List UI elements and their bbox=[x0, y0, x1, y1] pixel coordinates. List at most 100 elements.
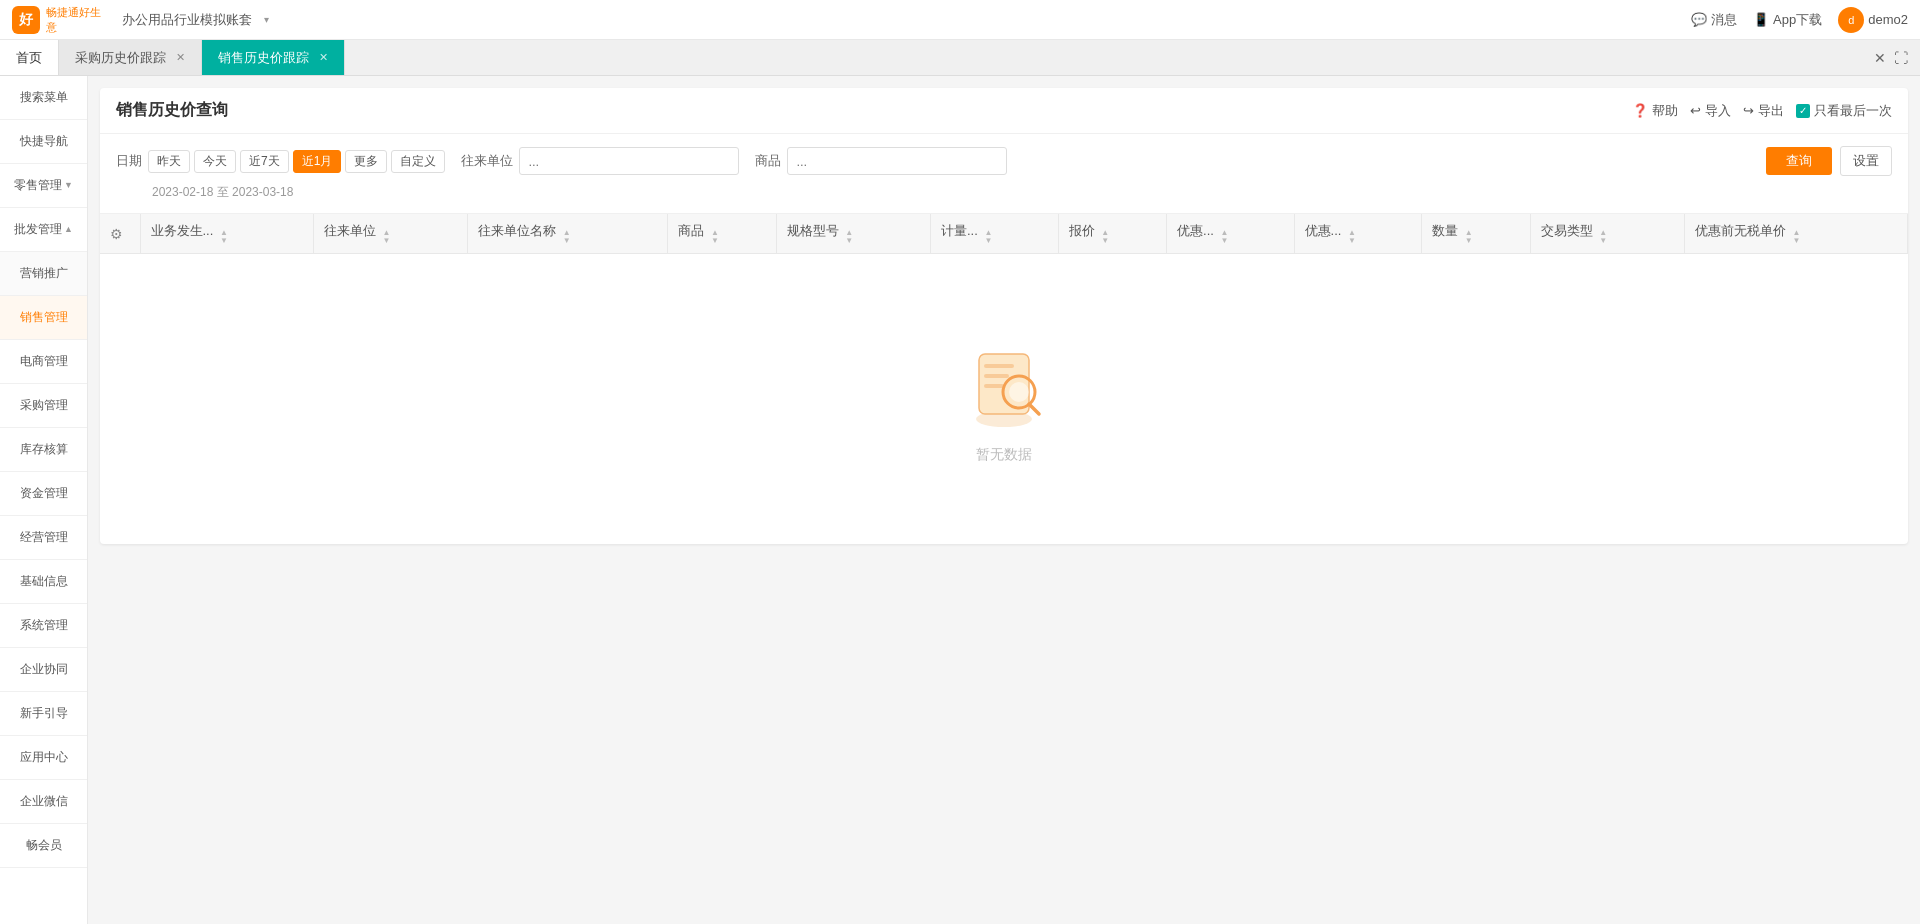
tab-home[interactable]: 首页 bbox=[0, 40, 59, 75]
col-pre-tax-price[interactable]: 优惠前无税单价 ▲▼ bbox=[1684, 214, 1907, 254]
date-btn-today[interactable]: 今天 bbox=[194, 150, 236, 173]
main-layout: 搜索菜单 快捷导航 零售管理 ▼ 批发管理 ▲ 营销推广 销售管理 电商管理 采… bbox=[0, 76, 1920, 924]
col-counterpart-name[interactable]: 往来单位名称 ▲▼ bbox=[468, 214, 668, 254]
counterpart-filter-input[interactable] bbox=[519, 147, 739, 175]
col-counterpart-code-sort-icon: ▲▼ bbox=[383, 229, 391, 245]
date-btn-custom[interactable]: 自定义 bbox=[391, 150, 445, 173]
col-counterpart-code-label: 往来单位 bbox=[324, 223, 376, 238]
app-download-label: App下载 bbox=[1773, 11, 1822, 29]
filter-row-1: 日期 昨天 今天 近7天 近1月 更多 自定义 bbox=[116, 146, 1892, 176]
col-discount1-label: 优惠... bbox=[1177, 223, 1214, 238]
sidebar-item-inventory-check-label: 库存核算 bbox=[20, 441, 68, 458]
date-range-text: 2023-02-18 至 2023-03-18 bbox=[152, 185, 293, 199]
message-label: 消息 bbox=[1711, 11, 1737, 29]
sidebar-item-wholesale-mgmt[interactable]: 批发管理 ▲ bbox=[0, 208, 87, 252]
avatar: d bbox=[1838, 7, 1864, 33]
app-download-action[interactable]: 📱 App下载 bbox=[1753, 11, 1822, 29]
date-btn-last7days[interactable]: 近7天 bbox=[240, 150, 289, 173]
user-label: demo2 bbox=[1868, 12, 1908, 27]
header-left: 好 畅捷通好生意 办公用品行业模拟账套 ▾ bbox=[12, 5, 269, 34]
message-action[interactable]: 💬 消息 bbox=[1691, 11, 1737, 29]
col-quantity[interactable]: 数量 ▲▼ bbox=[1422, 214, 1530, 254]
col-discount1-sort-icon: ▲▼ bbox=[1220, 229, 1228, 245]
search-button[interactable]: 查询 bbox=[1766, 147, 1832, 175]
date-btn-last1month[interactable]: 近1月 bbox=[293, 150, 342, 173]
sidebar-item-search-menu[interactable]: 搜索菜单 bbox=[0, 76, 87, 120]
only-last-checkbox[interactable]: ✓ 只看最后一次 bbox=[1796, 102, 1892, 120]
col-discount2[interactable]: 优惠... ▲▼ bbox=[1294, 214, 1422, 254]
empty-state-text: 暂无数据 bbox=[976, 446, 1032, 464]
sidebar-item-sales-mgmt[interactable]: 销售管理 bbox=[0, 296, 87, 340]
close-all-tabs-button[interactable]: ✕ bbox=[1874, 50, 1886, 66]
col-unit[interactable]: 计量... ▲▼ bbox=[931, 214, 1059, 254]
col-biz-date-label: 业务发生... bbox=[151, 223, 214, 238]
page-title: 销售历史价查询 bbox=[116, 100, 228, 121]
help-label: 帮助 bbox=[1652, 102, 1678, 120]
col-quoted-price[interactable]: 报价 ▲▼ bbox=[1058, 214, 1166, 254]
sidebar-item-enterprise-agreement[interactable]: 企业协同 bbox=[0, 648, 87, 692]
sidebar-item-finance-mgmt[interactable]: 资金管理 bbox=[0, 472, 87, 516]
col-trade-type-label: 交易类型 bbox=[1541, 223, 1593, 238]
import-button[interactable]: ↩ 导入 bbox=[1690, 102, 1731, 120]
col-biz-date-sort-icon: ▲▼ bbox=[220, 229, 228, 245]
sidebar-item-quick-nav[interactable]: 快捷导航 bbox=[0, 120, 87, 164]
export-label: 导出 bbox=[1758, 102, 1784, 120]
product-filter-input[interactable] bbox=[787, 147, 1007, 175]
sidebar: 搜索菜单 快捷导航 零售管理 ▼ 批发管理 ▲ 营销推广 销售管理 电商管理 采… bbox=[0, 76, 88, 924]
tab-purchase-history[interactable]: 采购历史价跟踪 ✕ bbox=[59, 40, 202, 75]
col-spec[interactable]: 规格型号 ▲▼ bbox=[776, 214, 930, 254]
col-discount2-label: 优惠... bbox=[1305, 223, 1342, 238]
import-label: 导入 bbox=[1705, 102, 1731, 120]
tab-sales-close-icon[interactable]: ✕ bbox=[319, 51, 328, 64]
sidebar-item-basic-info[interactable]: 基础信息 bbox=[0, 560, 87, 604]
sidebar-item-marketing[interactable]: 营销推广 bbox=[0, 252, 87, 296]
col-pre-tax-price-label: 优惠前无税单价 bbox=[1695, 223, 1786, 238]
only-last-label: 只看最后一次 bbox=[1814, 102, 1892, 120]
sidebar-item-ecommerce-mgmt-label: 电商管理 bbox=[20, 353, 68, 370]
table-header: ⚙ 业务发生... ▲▼ 往来单位 ▲▼ bbox=[100, 214, 1908, 254]
data-table: ⚙ 业务发生... ▲▼ 往来单位 ▲▼ bbox=[100, 214, 1908, 254]
date-btn-more[interactable]: 更多 bbox=[345, 150, 387, 173]
content-area: 销售历史价查询 ❓ 帮助 ↩ 导入 ↪ 导出 bbox=[88, 76, 1920, 924]
tab-sales-history[interactable]: 销售历史价跟踪 ✕ bbox=[202, 40, 345, 75]
sidebar-item-inventory-check[interactable]: 库存核算 bbox=[0, 428, 87, 472]
sidebar-item-basic-info-label: 基础信息 bbox=[20, 573, 68, 590]
sidebar-item-purchase-mgmt-label: 采购管理 bbox=[20, 397, 68, 414]
date-btn-yesterday[interactable]: 昨天 bbox=[148, 150, 190, 173]
col-product-sort-icon: ▲▼ bbox=[711, 229, 719, 245]
col-trade-type[interactable]: 交易类型 ▲▼ bbox=[1530, 214, 1684, 254]
sidebar-item-member[interactable]: 畅会员 bbox=[0, 824, 87, 868]
sidebar-item-system-mgmt[interactable]: 系统管理 bbox=[0, 604, 87, 648]
sidebar-item-finance-mgmt-label: 资金管理 bbox=[20, 485, 68, 502]
sidebar-item-purchase-mgmt[interactable]: 采购管理 bbox=[0, 384, 87, 428]
col-discount1[interactable]: 优惠... ▲▼ bbox=[1167, 214, 1295, 254]
col-discount2-sort-icon: ▲▼ bbox=[1348, 229, 1356, 245]
sidebar-item-member-label: 畅会员 bbox=[26, 837, 62, 854]
sidebar-item-enterprise-wechat[interactable]: 企业微信 bbox=[0, 780, 87, 824]
tab-purchase-close-icon[interactable]: ✕ bbox=[176, 51, 185, 64]
date-buttons: 昨天 今天 近7天 近1月 更多 自定义 bbox=[148, 150, 445, 173]
app-download-icon: 📱 bbox=[1753, 12, 1769, 27]
col-product[interactable]: 商品 ▲▼ bbox=[668, 214, 776, 254]
date-range-display: 2023-02-18 至 2023-03-18 bbox=[148, 184, 293, 201]
col-counterpart-code[interactable]: 往来单位 ▲▼ bbox=[313, 214, 467, 254]
col-quantity-sort-icon: ▲▼ bbox=[1465, 229, 1473, 245]
col-gear[interactable]: ⚙ bbox=[100, 214, 140, 254]
settings-button[interactable]: 设置 bbox=[1840, 146, 1892, 176]
sidebar-item-app-center[interactable]: 应用中心 bbox=[0, 736, 87, 780]
expand-tab-button[interactable]: ⛶ bbox=[1894, 50, 1908, 66]
user-action[interactable]: d demo2 bbox=[1838, 7, 1908, 33]
sidebar-item-retail-mgmt[interactable]: 零售管理 ▼ bbox=[0, 164, 87, 208]
help-button[interactable]: ❓ 帮助 bbox=[1632, 102, 1678, 120]
tab-bar-actions: ✕ ⛶ bbox=[1862, 40, 1920, 75]
export-button[interactable]: ↪ 导出 bbox=[1743, 102, 1784, 120]
sidebar-item-ecommerce-mgmt[interactable]: 电商管理 bbox=[0, 340, 87, 384]
app-dropdown-arrow[interactable]: ▾ bbox=[264, 14, 269, 25]
filter-area: 日期 昨天 今天 近7天 近1月 更多 自定义 bbox=[100, 134, 1908, 214]
col-biz-date[interactable]: 业务发生... ▲▼ bbox=[140, 214, 313, 254]
sidebar-item-wholesale-mgmt-label: 批发管理 bbox=[14, 221, 62, 238]
sidebar-item-enterprise-agreement-label: 企业协同 bbox=[20, 661, 68, 678]
sidebar-item-operations-mgmt[interactable]: 经营管理 bbox=[0, 516, 87, 560]
sidebar-item-new-guide[interactable]: 新手引导 bbox=[0, 692, 87, 736]
col-trade-type-sort-icon: ▲▼ bbox=[1599, 229, 1607, 245]
